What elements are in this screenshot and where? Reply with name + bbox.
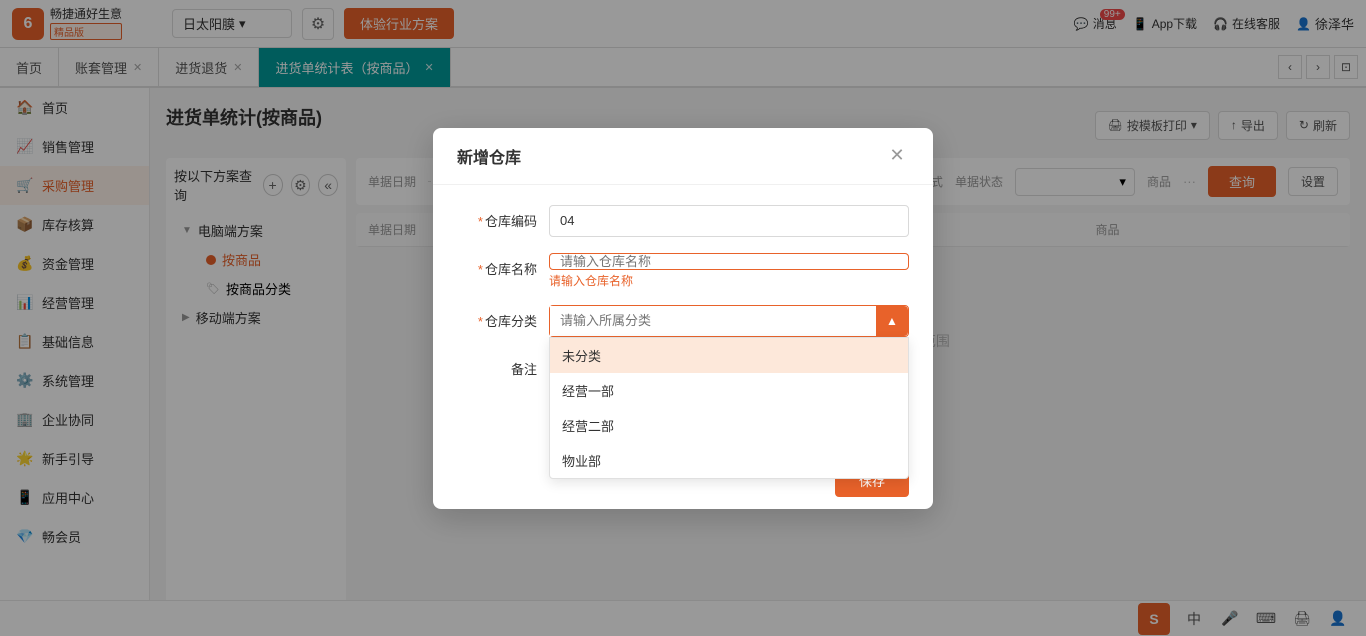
name-error-tip: 请输入仓库名称 [549, 272, 909, 289]
name-label: 仓库名称 [457, 253, 537, 278]
form-row-category: 仓库分类 ▲ 未分类 经营一部 经营二部 物业部 [457, 305, 909, 337]
category-label: 仓库分类 [457, 305, 537, 330]
modal-overlay: 新增仓库 ✕ 仓库编码 仓库名称 请输入仓库名称 仓库分类 [0, 0, 1366, 636]
modal-header: 新增仓库 ✕ [433, 128, 933, 185]
option-dept2[interactable]: 经营二部 [550, 408, 908, 443]
modal-title: 新增仓库 [457, 144, 521, 168]
name-input-wrap: 请输入仓库名称 [549, 253, 909, 289]
category-dropdown-wrap: ▲ 未分类 经营一部 经营二部 物业部 [549, 305, 909, 337]
category-input-row: ▲ [549, 305, 909, 337]
code-label: 仓库编码 [457, 205, 537, 230]
category-input[interactable] [550, 306, 876, 336]
new-warehouse-modal: 新增仓库 ✕ 仓库编码 仓库名称 请输入仓库名称 仓库分类 [433, 128, 933, 509]
option-property[interactable]: 物业部 [550, 443, 908, 478]
dropdown-toggle-btn[interactable]: ▲ [876, 306, 908, 336]
note-label: 备注 [457, 353, 537, 378]
modal-body: 仓库编码 仓库名称 请输入仓库名称 仓库分类 ▲ [433, 185, 933, 449]
modal-close-btn[interactable]: ✕ [885, 144, 909, 168]
code-input[interactable] [549, 205, 909, 237]
name-input[interactable] [549, 253, 909, 270]
option-uncategorized[interactable]: 未分类 [550, 338, 908, 373]
category-dropdown-list: 未分类 经营一部 经营二部 物业部 [549, 337, 909, 479]
form-row-code: 仓库编码 [457, 205, 909, 237]
option-dept1[interactable]: 经营一部 [550, 373, 908, 408]
form-row-name: 仓库名称 请输入仓库名称 [457, 253, 909, 289]
